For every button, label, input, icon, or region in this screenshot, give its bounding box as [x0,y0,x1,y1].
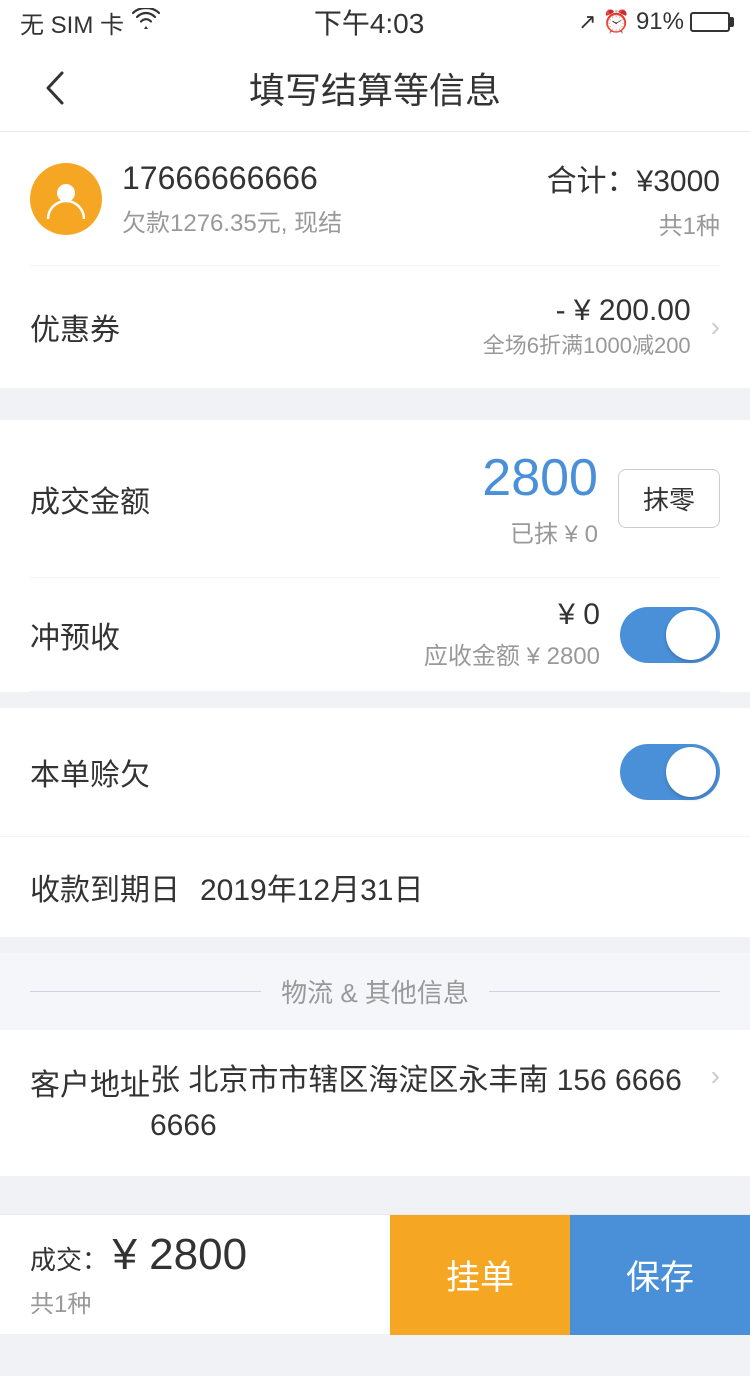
footer-count: 共1种 [30,1284,360,1319]
gray-separator-1 [0,404,750,420]
address-section: 客户地址 张 北京市市辖区海淀区永丰南 156 6666 6666 › [0,1030,750,1176]
footer-transaction-label: 成交： [30,1245,108,1275]
address-content: 张 北京市市辖区海淀区永丰南 156 6666 6666 [150,1058,701,1148]
separator-line-left [30,991,261,992]
battery-icon [690,12,730,32]
footer-amount: ¥ 2800 [112,1230,247,1279]
pending-button[interactable]: 挂单 [390,1215,570,1335]
coupon-discount: - ¥ 200.00 全场6折满1000减200 [483,294,691,360]
transaction-amount-label: 成交金额 [30,477,482,521]
customer-avatar [30,163,102,235]
receivable-amount: 应收金额 ¥ 2800 [424,636,600,671]
customer-row: 17666666666 欠款1276.35元, 现结 合计：¥3000 共1种 [0,132,750,265]
logistics-title: 物流 & 其他信息 [261,973,489,1010]
person-icon [44,177,88,221]
prepay-toggle[interactable] [620,607,720,663]
amount-value: 2800 [482,449,598,507]
prepay-right: ¥ 0 应收金额 ¥ 2800 [424,598,600,671]
wifi-icon [132,8,160,37]
credit-toggle[interactable] [620,744,720,800]
prepay-row: 冲预收 ¥ 0 应收金额 ¥ 2800 [30,578,720,692]
credit-label: 本单赊欠 [30,750,620,794]
due-date-value: 2019年12月31日 [200,865,423,909]
customer-info: 17666666666 欠款1276.35元, 现结 [122,160,547,238]
footer-info: 成交： ¥ 2800 共1种 [0,1230,390,1319]
gray-separator-3 [0,937,750,953]
customer-section: 17666666666 欠款1276.35元, 现结 合计：¥3000 共1种 … [0,132,750,388]
amount-col: 2800 已抹 ¥ 0 [482,448,598,549]
transaction-amount-row: 成交金额 2800 已抹 ¥ 0 抹零 [30,420,720,578]
customer-phone: 17666666666 [122,160,547,197]
separator-line-right [489,991,720,992]
address-chevron-icon: › [711,1058,720,1092]
total-amount: 合计：¥3000 [547,156,720,200]
logistics-separator: 物流 & 其他信息 [0,953,750,1030]
gray-separator-2 [0,692,750,708]
coupon-right: - ¥ 200.00 全场6折满1000减200 › [483,294,720,360]
status-time: 下午4:03 [314,2,425,42]
status-right: ↗ ⏰ 91% [578,8,730,36]
chevron-right-icon: › [711,311,720,343]
credit-row: 本单赊欠 [0,708,750,836]
prepay-label: 冲预收 [30,613,424,657]
coupon-row[interactable]: 优惠券 - ¥ 200.00 全场6折满1000减200 › [0,266,750,388]
credit-toggle-knob [666,747,716,797]
nav-bar: 填写结算等信息 [0,44,750,132]
save-button[interactable]: 保存 [570,1215,750,1335]
customer-total: 合计：¥3000 共1种 [547,156,720,241]
carrier-label: 无 SIM 卡 [20,5,124,40]
coupon-label: 优惠券 [30,305,483,349]
due-date-row: 收款到期日 2019年12月31日 [0,836,750,937]
customer-debt: 欠款1276.35元, 现结 [122,203,547,238]
round-button[interactable]: 抹零 [618,469,720,528]
toggle-knob [666,610,716,660]
transaction-amount-right: 2800 已抹 ¥ 0 抹零 [482,448,720,549]
amount-section: 成交金额 2800 已抹 ¥ 0 抹零 冲预收 ¥ 0 应收金额 ¥ 2800 [0,420,750,692]
address-label: 客户地址 [30,1058,150,1104]
location-icon: ↗ [578,9,596,35]
status-left: 无 SIM 卡 [20,5,160,40]
battery-percent: 91% [636,8,684,36]
page-title: 填写结算等信息 [80,62,670,114]
total-count: 共1种 [547,206,720,241]
alarm-icon: ⏰ [603,9,630,35]
rounded-desc: 已抹 ¥ 0 [482,514,598,549]
discount-amount: - ¥ 200.00 [483,294,691,328]
back-button[interactable] [30,63,80,113]
discount-desc: 全场6折满1000减200 [483,328,691,360]
prepay-amount: ¥ 0 [558,598,600,632]
address-row[interactable]: 客户地址 张 北京市市辖区海淀区永丰南 156 6666 6666 › [0,1030,750,1176]
status-bar: 无 SIM 卡 下午4:03 ↗ ⏰ 91% [0,0,750,44]
due-date-label: 收款到期日 [30,865,180,909]
footer: 成交： ¥ 2800 共1种 挂单 保存 [0,1214,750,1334]
credit-section: 本单赊欠 收款到期日 2019年12月31日 [0,708,750,937]
